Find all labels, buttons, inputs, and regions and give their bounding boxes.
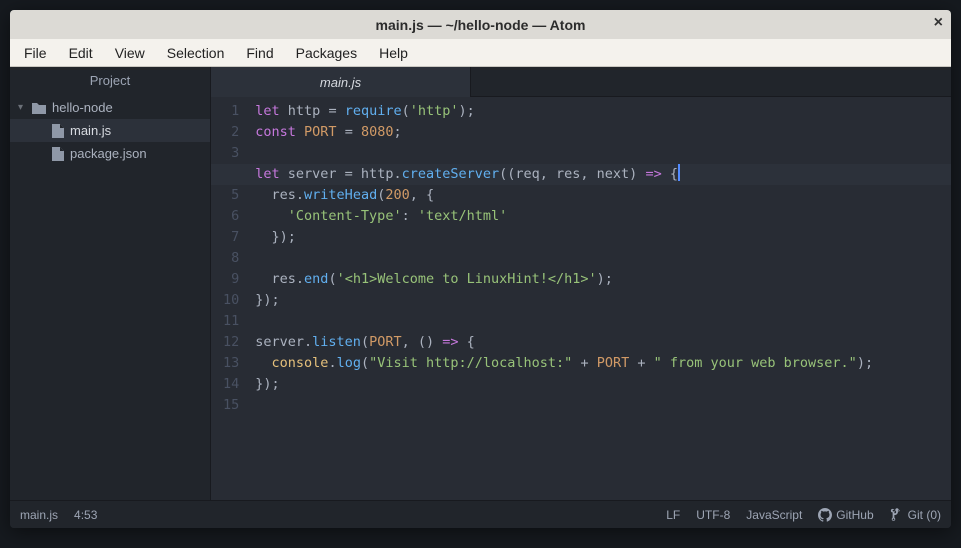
gutter: 123456789101112131415	[211, 97, 249, 500]
app-window: main.js — ~/hello-node — Atom × FileEdit…	[10, 10, 951, 528]
status-eol[interactable]: LF	[666, 508, 680, 522]
git-branch-icon	[890, 508, 904, 522]
close-icon[interactable]: ×	[934, 14, 943, 32]
folder-icon	[32, 102, 46, 114]
code-line[interactable]: console.log("Visit http://localhost:" + …	[255, 353, 945, 374]
status-language[interactable]: JavaScript	[746, 508, 802, 522]
menu-file[interactable]: File	[14, 42, 57, 64]
status-git[interactable]: Git (0)	[890, 508, 941, 522]
menu-find[interactable]: Find	[236, 42, 283, 64]
github-icon	[818, 508, 832, 522]
code-line[interactable]: 'Content-Type': 'text/html'	[255, 206, 945, 227]
tree-file[interactable]: main.js	[10, 119, 210, 142]
code-line[interactable]: res.writeHead(200, {	[255, 185, 945, 206]
tab-main-js[interactable]: main.js	[211, 67, 471, 97]
menu-selection[interactable]: Selection	[157, 42, 235, 64]
status-git-label: Git (0)	[908, 508, 941, 522]
status-filename[interactable]: main.js	[20, 508, 58, 522]
chevron-down-icon: ▾	[18, 102, 26, 113]
menubar: FileEditViewSelectionFindPackagesHelp	[10, 39, 951, 67]
menu-edit[interactable]: Edit	[59, 42, 103, 64]
code-line[interactable]: });	[255, 290, 945, 311]
titlebar[interactable]: main.js — ~/hello-node — Atom ×	[10, 10, 951, 39]
code-editor[interactable]: 123456789101112131415 let http = require…	[211, 97, 951, 500]
code-area[interactable]: let http = require('http');const PORT = …	[249, 97, 951, 500]
status-github-label: GitHub	[836, 508, 873, 522]
project-panel-title: Project	[10, 67, 210, 94]
status-encoding[interactable]: UTF-8	[696, 508, 730, 522]
file-icon	[52, 147, 64, 161]
code-line[interactable]	[255, 395, 945, 416]
file-tree: ▾ hello-node main.js package.json	[10, 94, 210, 500]
window-title: main.js — ~/hello-node — Atom	[376, 17, 586, 33]
menu-help[interactable]: Help	[369, 42, 418, 64]
code-line[interactable]	[255, 248, 945, 269]
tree-file-label: package.json	[70, 146, 147, 161]
statusbar: main.js 4:53 LF UTF-8 JavaScript GitHub …	[10, 500, 951, 528]
text-cursor	[678, 164, 680, 181]
code-line[interactable]: });	[255, 227, 945, 248]
sidebar: Project ▾ hello-node main.js package.json	[10, 67, 211, 500]
tree-root-label: hello-node	[52, 100, 113, 115]
code-line[interactable]: server.listen(PORT, () => {	[255, 332, 945, 353]
code-line[interactable]: const PORT = 8080;	[255, 122, 945, 143]
tab-label: main.js	[320, 75, 361, 90]
code-line[interactable]	[255, 311, 945, 332]
status-github[interactable]: GitHub	[818, 508, 873, 522]
code-line[interactable]: let server = http.createServer((req, res…	[255, 164, 945, 185]
code-line[interactable]: });	[255, 374, 945, 395]
editor-pane: main.js 123456789101112131415 let http =…	[211, 67, 951, 500]
file-icon	[52, 124, 64, 138]
tree-file[interactable]: package.json	[10, 142, 210, 165]
tree-root-folder[interactable]: ▾ hello-node	[10, 96, 210, 119]
menu-packages[interactable]: Packages	[286, 42, 367, 64]
code-line[interactable]: res.end('<h1>Welcome to LinuxHint!</h1>'…	[255, 269, 945, 290]
menu-view[interactable]: View	[105, 42, 155, 64]
tree-file-label: main.js	[70, 123, 111, 138]
code-line[interactable]	[255, 143, 945, 164]
code-line[interactable]: let http = require('http');	[255, 101, 945, 122]
status-cursor-position[interactable]: 4:53	[74, 508, 97, 522]
tabbar: main.js	[211, 67, 951, 97]
